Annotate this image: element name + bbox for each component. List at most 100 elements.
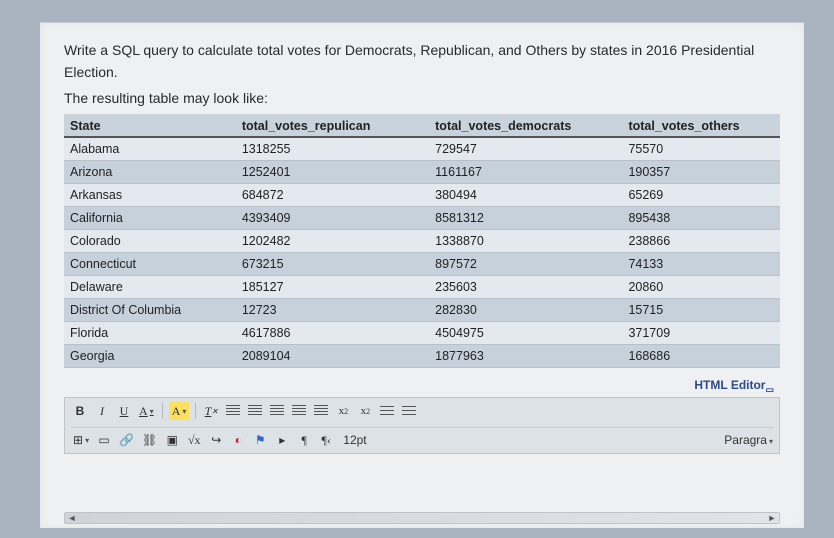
- cell-oth: 371709: [622, 321, 780, 344]
- equation-button[interactable]: √x: [185, 431, 203, 449]
- html-editor-label-text: HTML Editor: [694, 378, 765, 392]
- result-table: State total_votes_repulican total_votes_…: [64, 114, 780, 368]
- underline-button[interactable]: U: [115, 402, 133, 420]
- table-row: Florida 4617886 4504975 371709: [64, 321, 780, 344]
- cell-state: Colorado: [64, 229, 236, 252]
- editor-area: HTML Editor▭ B I U A A T✕ x2 x2 ⊞ ▭ 🔗: [64, 378, 780, 454]
- cell-oth: 74133: [622, 252, 780, 275]
- cell-rep: 1252401: [236, 160, 429, 183]
- cell-state: Arizona: [64, 160, 236, 183]
- scroll-right-icon: ►: [767, 512, 777, 524]
- cell-state: Georgia: [64, 344, 236, 367]
- cell-rep: 2089104: [236, 344, 429, 367]
- clear-format-button[interactable]: T✕: [202, 402, 220, 420]
- cell-oth: 895438: [622, 206, 780, 229]
- cell-oth: 190357: [622, 160, 780, 183]
- col-oth: total_votes_others: [622, 114, 780, 137]
- cell-dem: 1877963: [429, 344, 622, 367]
- cell-oth: 168686: [622, 344, 780, 367]
- table-row: California 4393409 8581312 895438: [64, 206, 780, 229]
- cell-rep: 185127: [236, 275, 429, 298]
- col-state: State: [64, 114, 236, 137]
- cell-rep: 1202482: [236, 229, 429, 252]
- media-button[interactable]: ▸: [273, 431, 291, 449]
- separator: [195, 403, 196, 419]
- cell-rep: 12723: [236, 298, 429, 321]
- cell-oth: 15715: [622, 298, 780, 321]
- cell-state: Alabama: [64, 137, 236, 161]
- flag-button[interactable]: ⚑: [251, 431, 269, 449]
- embed-button[interactable]: ▭: [95, 431, 113, 449]
- table-row: Georgia 2089104 1877963 168686: [64, 344, 780, 367]
- record-button[interactable]: ◐: [229, 431, 247, 449]
- align-left-button[interactable]: [224, 402, 242, 420]
- editor-expand-icon: ▭: [765, 384, 774, 394]
- horizontal-scrollbar[interactable]: ◄ ►: [64, 512, 780, 524]
- cell-dem: 1161167: [429, 160, 622, 183]
- cell-rep: 673215: [236, 252, 429, 275]
- align-justify-icon: [292, 405, 306, 417]
- bullet-list-icon: [380, 405, 394, 417]
- indent-button[interactable]: [312, 402, 330, 420]
- redo-button[interactable]: ↪: [207, 431, 225, 449]
- number-list-button[interactable]: [400, 402, 418, 420]
- align-left-icon: [226, 405, 240, 417]
- cell-rep: 4393409: [236, 206, 429, 229]
- question-panel: Write a SQL query to calculate total vot…: [40, 22, 804, 528]
- cell-dem: 1338870: [429, 229, 622, 252]
- cell-state: Arkansas: [64, 183, 236, 206]
- align-right-icon: [270, 405, 284, 417]
- editor-toolbar: B I U A A T✕ x2 x2 ⊞ ▭ 🔗 ⛓ ▣ √x: [64, 397, 780, 454]
- table-row: Delaware 185127 235603 20860: [64, 275, 780, 298]
- toolbar-row-2: ⊞ ▭ 🔗 ⛓ ▣ √x ↪ ◐ ⚑ ▸ ¶ ¶‹ 12pt Paragra: [71, 427, 773, 449]
- cell-state: California: [64, 206, 236, 229]
- cell-dem: 235603: [429, 275, 622, 298]
- separator: [162, 403, 163, 419]
- col-rep: total_votes_repulican: [236, 114, 429, 137]
- cell-oth: 238866: [622, 229, 780, 252]
- bold-button[interactable]: B: [71, 402, 89, 420]
- cell-dem: 729547: [429, 137, 622, 161]
- cell-state: Connecticut: [64, 252, 236, 275]
- image-button[interactable]: ▣: [163, 431, 181, 449]
- table-row: Arizona 1252401 1161167 190357: [64, 160, 780, 183]
- highlight-button[interactable]: A: [169, 402, 190, 420]
- cell-dem: 897572: [429, 252, 622, 275]
- align-right-button[interactable]: [268, 402, 286, 420]
- cell-dem: 380494: [429, 183, 622, 206]
- bullet-list-button[interactable]: [378, 402, 396, 420]
- text-color-button[interactable]: A: [137, 402, 156, 420]
- cell-state: Florida: [64, 321, 236, 344]
- cell-oth: 65269: [622, 183, 780, 206]
- cell-oth: 20860: [622, 275, 780, 298]
- rtl-button[interactable]: ¶‹: [317, 431, 335, 449]
- cell-oth: 75570: [622, 137, 780, 161]
- cell-state: Delaware: [64, 275, 236, 298]
- hint-text: The resulting table may look like:: [64, 90, 780, 106]
- insert-table-button[interactable]: ⊞: [71, 431, 91, 449]
- cell-dem: 282830: [429, 298, 622, 321]
- align-justify-button[interactable]: [290, 402, 308, 420]
- question-text: Write a SQL query to calculate total vot…: [64, 39, 780, 84]
- superscript-button[interactable]: x2: [334, 402, 352, 420]
- subscript-button[interactable]: x2: [356, 402, 374, 420]
- table-row: Alabama 1318255 729547 75570: [64, 137, 780, 161]
- cell-dem: 4504975: [429, 321, 622, 344]
- font-size-select[interactable]: 12pt: [343, 433, 366, 447]
- align-center-button[interactable]: [246, 402, 264, 420]
- unlink-button[interactable]: ⛓: [140, 431, 159, 449]
- col-dem: total_votes_democrats: [429, 114, 622, 137]
- table-row: Arkansas 684872 380494 65269: [64, 183, 780, 206]
- align-center-icon: [248, 405, 262, 417]
- cell-state: District Of Columbia: [64, 298, 236, 321]
- cell-rep: 684872: [236, 183, 429, 206]
- paragraph-style-select[interactable]: Paragra: [724, 433, 773, 447]
- scroll-left-icon: ◄: [67, 512, 77, 524]
- italic-button[interactable]: I: [93, 402, 111, 420]
- table-body: Alabama 1318255 729547 75570 Arizona 125…: [64, 137, 780, 368]
- link-button[interactable]: 🔗: [117, 431, 136, 449]
- ltr-button[interactable]: ¶: [295, 431, 313, 449]
- cell-rep: 1318255: [236, 137, 429, 161]
- html-editor-label[interactable]: HTML Editor▭: [64, 378, 780, 395]
- cell-dem: 8581312: [429, 206, 622, 229]
